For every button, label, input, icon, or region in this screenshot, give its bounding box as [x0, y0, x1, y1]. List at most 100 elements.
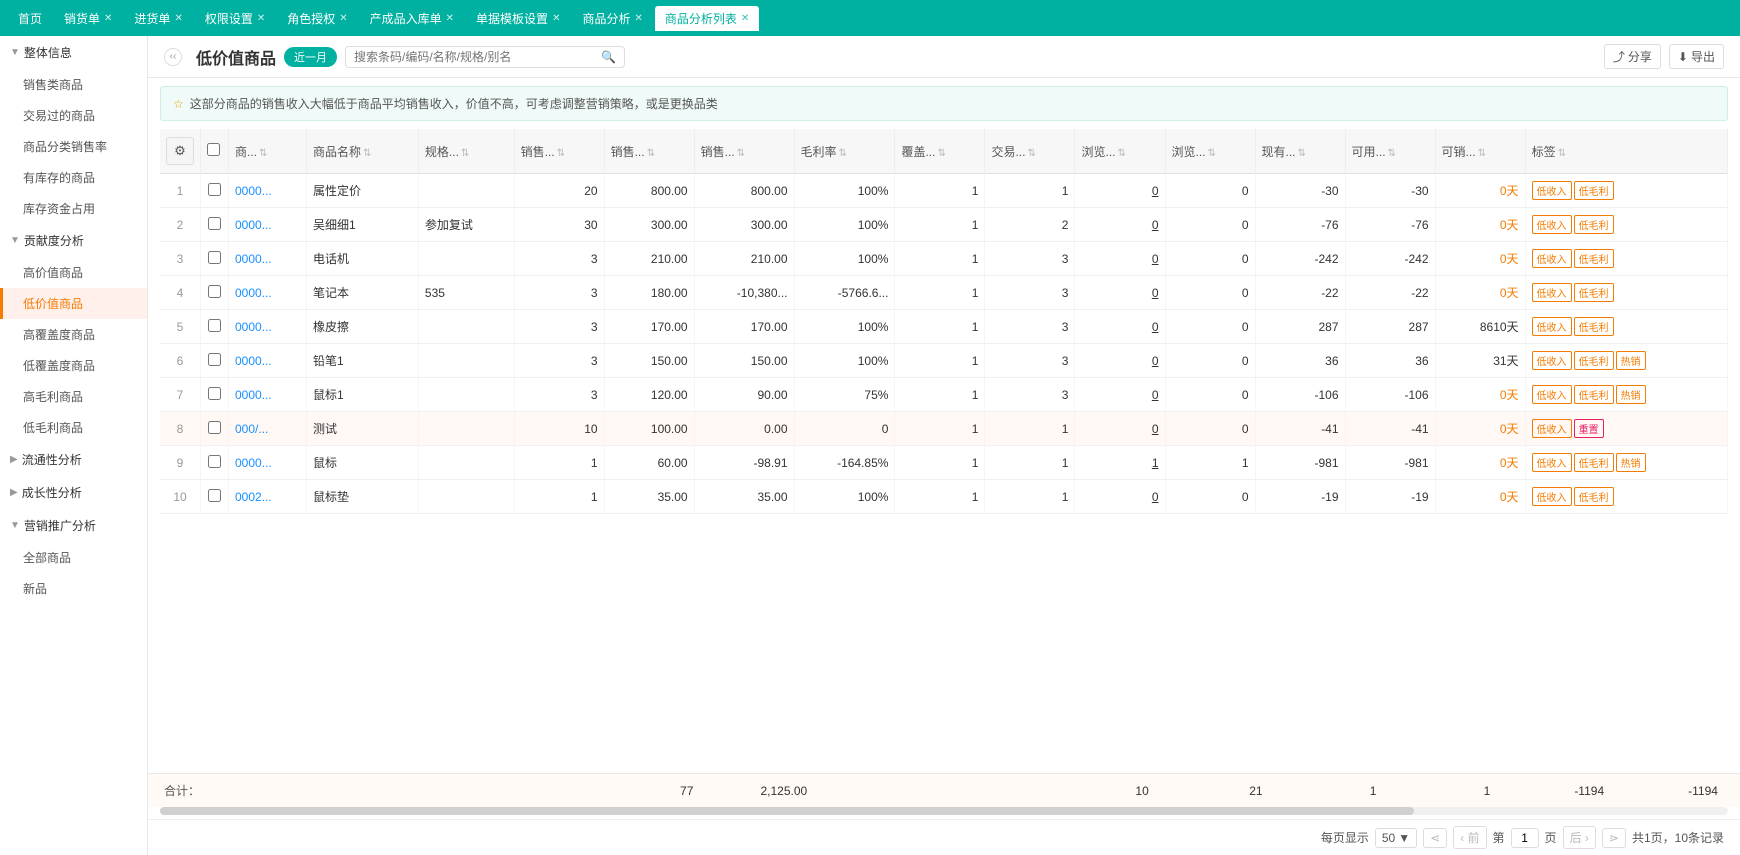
tag-badge: 低收入: [1532, 351, 1572, 370]
th-coverage[interactable]: 覆盖...⇅: [895, 129, 985, 174]
nav-close-permission[interactable]: ✕: [257, 13, 265, 24]
browse1-value[interactable]: 0: [1152, 320, 1159, 334]
page-size-selector[interactable]: 50 ▼: [1375, 828, 1417, 848]
th-stock[interactable]: 现有...⇅: [1255, 129, 1345, 174]
total-browse1: 1: [1269, 784, 1383, 798]
sidebar-item-high-margin[interactable]: 高毛利商品: [0, 381, 147, 412]
row-checkbox[interactable]: [208, 387, 221, 400]
browse1-value[interactable]: 0: [1152, 286, 1159, 300]
th-name[interactable]: 商品名称⇅: [306, 129, 418, 174]
sidebar-item-high-value[interactable]: 高价值商品: [0, 257, 147, 288]
th-trade[interactable]: 交易...⇅: [985, 129, 1075, 174]
row-checkbox[interactable]: [208, 353, 221, 366]
sidebar-item-low-value[interactable]: 低价值商品: [0, 288, 147, 319]
select-all-checkbox[interactable]: [207, 143, 220, 156]
row-margin: -5766.6...: [794, 276, 895, 310]
th-available[interactable]: 可用...⇅: [1345, 129, 1435, 174]
nav-close-role[interactable]: ✕: [339, 13, 347, 24]
last-page-button[interactable]: ⋗: [1602, 828, 1626, 848]
first-page-button[interactable]: ⋖: [1423, 828, 1447, 848]
sidebar-item-low-margin[interactable]: 低毛利商品: [0, 412, 147, 443]
th-margin[interactable]: 毛利率⇅: [794, 129, 895, 174]
row-checkbox[interactable]: [208, 319, 221, 332]
nav-close-goods-analysis[interactable]: ✕: [634, 13, 642, 24]
row-coverage: 1: [895, 208, 985, 242]
sidebar-item-low-coverage[interactable]: 低覆盖度商品: [0, 350, 147, 381]
th-gear[interactable]: ⚙: [160, 129, 201, 174]
row-available: 287: [1345, 310, 1435, 344]
nav-item-goods-analysis[interactable]: 商品分析 ✕: [572, 6, 652, 31]
th-spec[interactable]: 规格...⇅: [418, 129, 514, 174]
browse1-value[interactable]: 0: [1152, 184, 1159, 198]
nav-item-product-storage[interactable]: 产成品入库单 ✕: [360, 6, 464, 31]
gear-icon[interactable]: ⚙: [166, 137, 194, 165]
row-price: 150.00: [604, 344, 694, 378]
row-checkbox[interactable]: [208, 421, 221, 434]
sidebar-group-liquidity[interactable]: ▶ 流通性分析: [0, 443, 147, 476]
row-checkbox[interactable]: [208, 489, 221, 502]
nav-close-template[interactable]: ✕: [552, 13, 560, 24]
row-checkbox[interactable]: [208, 285, 221, 298]
nav-item-home[interactable]: 首页: [8, 6, 52, 31]
sidebar-group-overall[interactable]: ▼ 整体信息: [0, 36, 147, 69]
scrollbar-track[interactable]: [160, 807, 1728, 815]
sidebar-group-marketing[interactable]: ▼ 营销推广分析: [0, 509, 147, 542]
page-number-input[interactable]: [1511, 828, 1539, 848]
sidebar-group-contribution[interactable]: ▼ 贡献度分析: [0, 224, 147, 257]
prev-page-button[interactable]: ‹ 前: [1453, 826, 1486, 849]
row-saleable: 0天: [1435, 174, 1525, 208]
row-number: 1: [160, 174, 201, 208]
filter-period-button[interactable]: 近一月: [284, 47, 337, 67]
search-input[interactable]: [354, 50, 597, 64]
nav-close-sales[interactable]: ✕: [104, 13, 112, 24]
nav-item-goods-analysis-list[interactable]: 商品分析列表 ✕: [655, 6, 759, 31]
scrollbar-thumb[interactable]: [160, 807, 1414, 815]
row-spec: [418, 378, 514, 412]
th-saleable[interactable]: 可销...⇅: [1435, 129, 1525, 174]
sidebar-item-stock-fund[interactable]: 库存资金占用: [0, 193, 147, 224]
browse1-value[interactable]: 0: [1152, 388, 1159, 402]
nav-close-product-storage[interactable]: ✕: [446, 13, 454, 24]
sidebar-item-category-sales-rate[interactable]: 商品分类销售率: [0, 131, 147, 162]
export-button[interactable]: ⬇ 导出: [1669, 44, 1724, 69]
browse1-value[interactable]: 0: [1152, 252, 1159, 266]
sidebar-group-growth[interactable]: ▶ 成长性分析: [0, 476, 147, 509]
share-button[interactable]: ⤴ 分享: [1604, 44, 1661, 69]
sidebar-item-high-coverage[interactable]: 高覆盖度商品: [0, 319, 147, 350]
nav-item-sales[interactable]: 销货单 ✕: [54, 6, 122, 31]
th-price[interactable]: 销售...⇅: [604, 129, 694, 174]
sidebar-item-all-goods[interactable]: 全部商品: [0, 542, 147, 573]
row-checkbox[interactable]: [208, 183, 221, 196]
sidebar-item-sales-goods[interactable]: 销售类商品: [0, 69, 147, 100]
sidebar-item-stock-goods[interactable]: 有库存的商品: [0, 162, 147, 193]
th-amount[interactable]: 销售...⇅: [694, 129, 794, 174]
nav-item-role[interactable]: 角色授权 ✕: [277, 6, 357, 31]
browse1-value[interactable]: 0: [1152, 422, 1159, 436]
th-browse2[interactable]: 浏览...⇅: [1165, 129, 1255, 174]
row-browse2: 0: [1165, 310, 1255, 344]
row-browse1: 0: [1075, 276, 1165, 310]
nav-close-goods-analysis-list[interactable]: ✕: [741, 13, 749, 24]
th-qty[interactable]: 销售...⇅: [514, 129, 604, 174]
row-checkbox[interactable]: [208, 455, 221, 468]
next-page-button[interactable]: 后 ›: [1563, 826, 1596, 849]
nav-close-purchase[interactable]: ✕: [174, 13, 182, 24]
row-checkbox[interactable]: [208, 217, 221, 230]
sidebar-item-traded-goods[interactable]: 交易过的商品: [0, 100, 147, 131]
nav-item-purchase[interactable]: 进货单 ✕: [124, 6, 192, 31]
row-trade: 1: [985, 480, 1075, 514]
browse1-value[interactable]: 0: [1152, 490, 1159, 504]
browse1-value[interactable]: 0: [1152, 354, 1159, 368]
th-code[interactable]: 商...⇅: [229, 129, 307, 174]
nav-item-template[interactable]: 单据模板设置 ✕: [466, 6, 570, 31]
row-checkbox[interactable]: [208, 251, 221, 264]
search-icon[interactable]: 🔍: [601, 50, 616, 64]
sidebar-collapse-button[interactable]: ‹‹: [164, 48, 182, 66]
th-tags[interactable]: 标签⇅: [1525, 129, 1727, 174]
sidebar-item-new-goods[interactable]: 新品: [0, 573, 147, 604]
nav-item-permission[interactable]: 权限设置 ✕: [195, 6, 275, 31]
row-tags: 低收入低毛利: [1525, 480, 1727, 514]
browse1-value[interactable]: 0: [1152, 218, 1159, 232]
th-browse1[interactable]: 浏览...⇅: [1075, 129, 1165, 174]
browse1-value[interactable]: 1: [1152, 456, 1159, 470]
